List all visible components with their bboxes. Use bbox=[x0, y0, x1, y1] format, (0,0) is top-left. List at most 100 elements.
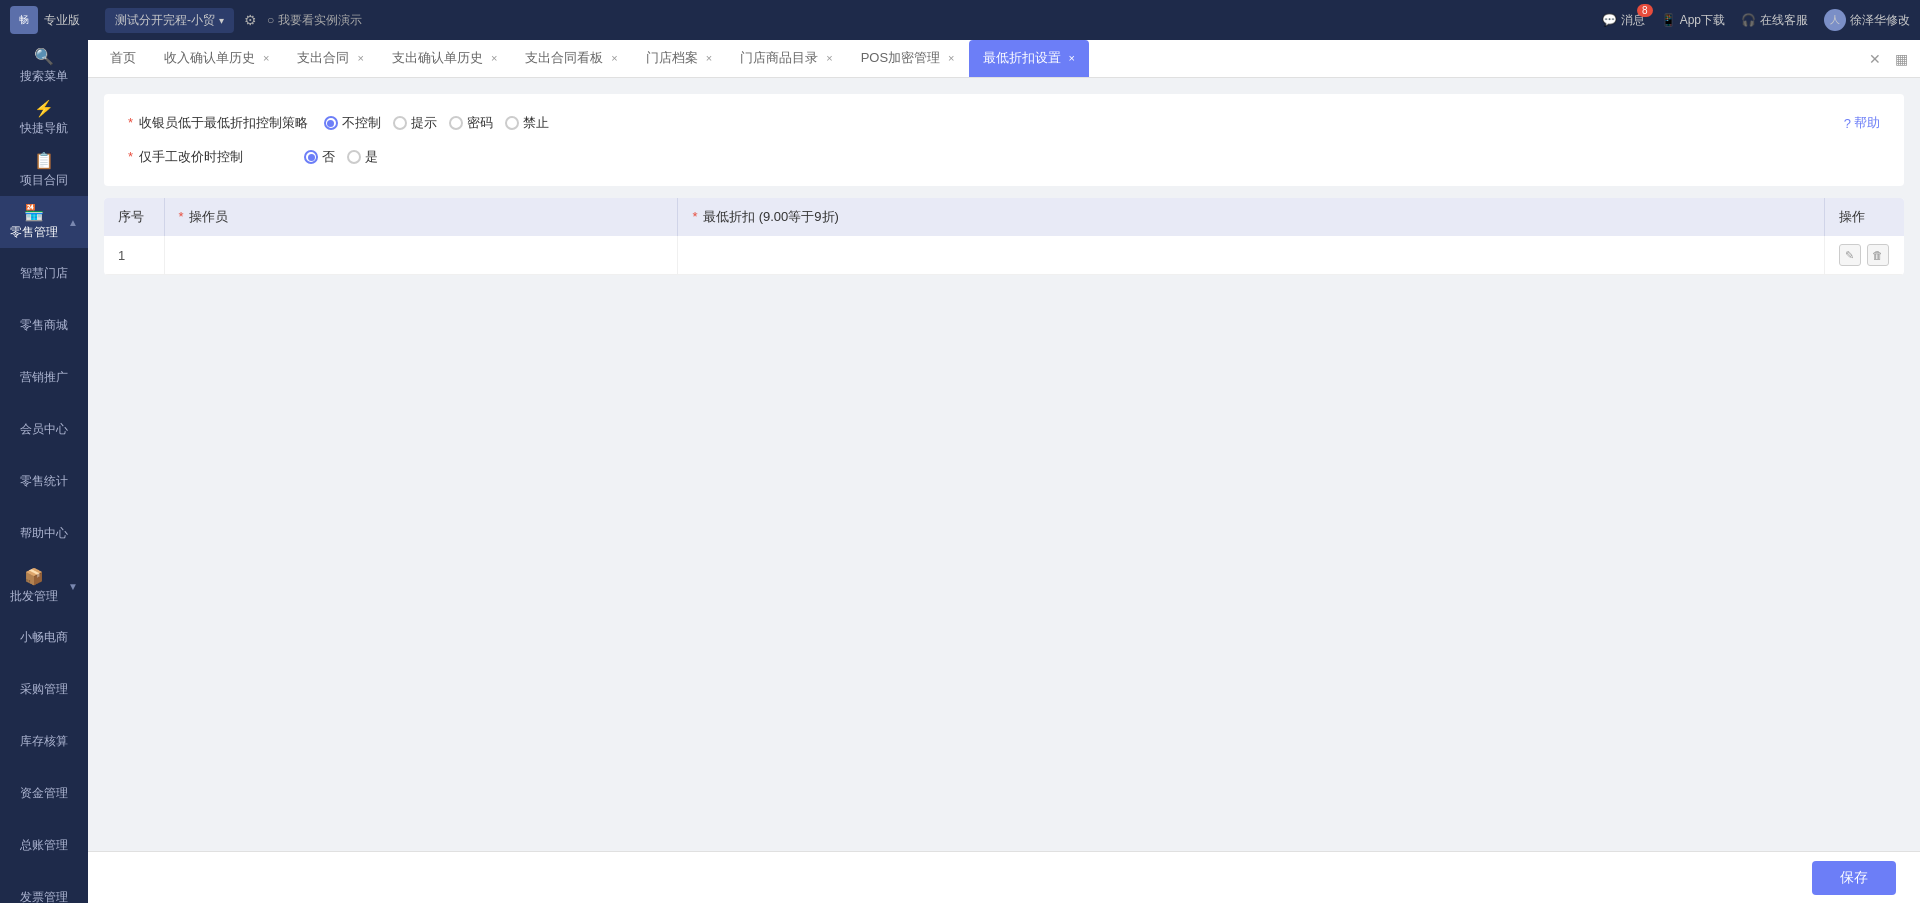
sidebar-label-help: 帮助中心 bbox=[20, 526, 68, 542]
tab-payment-board[interactable]: 支出合同看板 × bbox=[511, 40, 631, 78]
tab-payment-confirm-label: 支出确认单历史 bbox=[392, 49, 483, 67]
sidebar-item-help[interactable]: 帮助中心 bbox=[0, 508, 88, 560]
radio-no-label: 否 bbox=[322, 148, 335, 166]
user-menu[interactable]: 人 徐泽华修改 bbox=[1824, 9, 1910, 31]
tab-store-file[interactable]: 门店档案 × bbox=[632, 40, 726, 78]
tab-payment-confirm[interactable]: 支出确认单历史 × bbox=[378, 40, 511, 78]
help-label: 帮助 bbox=[1854, 114, 1880, 132]
app-download-button[interactable]: 📱 App下载 bbox=[1661, 12, 1725, 29]
tab-payment-board-label: 支出合同看板 bbox=[525, 49, 603, 67]
delete-row-button[interactable]: 🗑 bbox=[1867, 244, 1889, 266]
tab-store-catalog-close[interactable]: × bbox=[826, 52, 832, 64]
online-service-button[interactable]: 🎧 在线客服 bbox=[1741, 12, 1808, 29]
bottom-bar: 保存 bbox=[88, 851, 1920, 903]
save-button[interactable]: 保存 bbox=[1812, 861, 1896, 895]
tab-income-confirm-close[interactable]: × bbox=[263, 52, 269, 64]
edit-row-button[interactable]: ✎ bbox=[1839, 244, 1861, 266]
sidebar-label-invoice: 发票管理 bbox=[20, 890, 68, 903]
avatar: 人 bbox=[1824, 9, 1846, 31]
sidebar-item-smart-store[interactable]: 智慧门店 bbox=[0, 248, 88, 300]
sidebar-label-search: 搜索菜单 bbox=[20, 69, 68, 85]
settings-icon[interactable]: ⚙ bbox=[244, 12, 257, 28]
tab-payment-contract-close[interactable]: × bbox=[357, 52, 363, 64]
table-row: 1 ✎ 🗑 bbox=[104, 236, 1904, 275]
cell-action: ✎ 🗑 bbox=[1824, 236, 1904, 275]
download-icon: 📱 bbox=[1661, 13, 1676, 27]
cashier-discount-row: * 收银员低于最低折扣控制策略 不控制 提示 bbox=[128, 114, 1880, 132]
radio-ban-label: 禁止 bbox=[523, 114, 549, 132]
sidebar-label-marketing: 营销推广 bbox=[20, 370, 68, 386]
wholesale-icon: 📦 bbox=[24, 567, 44, 586]
table-wrapper: 序号 * 操作员 * 最低折扣 (9.00等于9折) 操作 bbox=[104, 198, 1904, 275]
radio-prompt-circle bbox=[393, 116, 407, 130]
sidebar-item-ecommerce[interactable]: 小畅电商 bbox=[0, 612, 88, 664]
tab-store-file-close[interactable]: × bbox=[706, 52, 712, 64]
cashier-discount-radio-group: 不控制 提示 密码 禁止 bbox=[324, 114, 549, 132]
retail-icon: 🏪 bbox=[24, 203, 44, 222]
tab-payment-confirm-close[interactable]: × bbox=[491, 52, 497, 64]
tab-min-discount[interactable]: 最低折扣设置 × bbox=[969, 40, 1089, 78]
tab-min-discount-close[interactable]: × bbox=[1069, 52, 1075, 64]
tab-payment-contract[interactable]: 支出合同 × bbox=[283, 40, 377, 78]
user-name: 徐泽华修改 bbox=[1850, 12, 1910, 29]
cell-discount[interactable] bbox=[678, 236, 1824, 275]
sidebar-item-retail[interactable]: 🏪 零售管理 ▲ bbox=[0, 196, 88, 248]
tab-income-confirm[interactable]: 收入确认单历史 × bbox=[150, 40, 283, 78]
table-header-row: 序号 * 操作员 * 最低折扣 (9.00等于9折) 操作 bbox=[104, 198, 1904, 236]
sidebar-item-marketing[interactable]: 营销推广 bbox=[0, 352, 88, 404]
tab-close-all-button[interactable]: ✕ bbox=[1865, 49, 1885, 69]
th-operator: * 操作员 bbox=[164, 198, 678, 236]
tab-bar-actions: ✕ ▦ bbox=[1865, 49, 1912, 69]
tab-store-catalog[interactable]: 门店商品目录 × bbox=[726, 40, 846, 78]
radio-ban[interactable]: 禁止 bbox=[505, 114, 549, 132]
tab-menu-button[interactable]: ▦ bbox=[1891, 49, 1912, 69]
manual-price-radio-group: 否 是 bbox=[304, 148, 378, 166]
radio-no[interactable]: 否 bbox=[304, 148, 335, 166]
radio-ban-circle bbox=[505, 116, 519, 130]
sidebar-item-member[interactable]: 会员中心 bbox=[0, 404, 88, 456]
project-selector[interactable]: 测试分开完程-小贸 ▾ bbox=[105, 8, 234, 33]
tab-store-catalog-label: 门店商品目录 bbox=[740, 49, 818, 67]
sidebar-item-purchase[interactable]: 采购管理 bbox=[0, 664, 88, 716]
tab-payment-board-close[interactable]: × bbox=[611, 52, 617, 64]
sidebar-item-project[interactable]: 📋 项目合同 bbox=[0, 144, 88, 196]
radio-no-control[interactable]: 不控制 bbox=[324, 114, 381, 132]
sidebar-item-search[interactable]: 🔍 搜索菜单 bbox=[0, 40, 88, 92]
sidebar-item-inventory[interactable]: 库存核算 bbox=[0, 716, 88, 768]
discount-table-card: 序号 * 操作员 * 最低折扣 (9.00等于9折) 操作 bbox=[104, 198, 1904, 275]
tab-home[interactable]: 首页 bbox=[96, 40, 150, 78]
sidebar-item-retail-mall[interactable]: 零售商城 bbox=[0, 300, 88, 352]
radio-yes-label: 是 bbox=[365, 148, 378, 166]
help-link[interactable]: ? 帮助 bbox=[1844, 114, 1880, 132]
sidebar-label-shortcut: 快捷导航 bbox=[20, 121, 68, 137]
sidebar-label-member: 会员中心 bbox=[20, 422, 68, 438]
sidebar-item-invoice[interactable]: 发票管理 bbox=[0, 872, 88, 903]
main-layout: 🔍 搜索菜单 ⚡ 快捷导航 📋 项目合同 🏪 零售管理 ▲ 智慧门店 零售商城 … bbox=[0, 40, 1920, 903]
radio-no-control-label: 不控制 bbox=[342, 114, 381, 132]
sidebar-label-finance: 资金管理 bbox=[20, 786, 68, 802]
top-bar-actions: 💬 消息 8 📱 App下载 🎧 在线客服 人 徐泽华修改 bbox=[1602, 9, 1910, 31]
sidebar-item-finance[interactable]: 资金管理 bbox=[0, 768, 88, 820]
radio-no-control-circle bbox=[324, 116, 338, 130]
demo-link[interactable]: ○ 我要看实例演示 bbox=[267, 12, 362, 29]
radio-password[interactable]: 密码 bbox=[449, 114, 493, 132]
message-button[interactable]: 💬 消息 8 bbox=[1602, 12, 1645, 29]
sidebar-item-ledger[interactable]: 总账管理 bbox=[0, 820, 88, 872]
radio-yes[interactable]: 是 bbox=[347, 148, 378, 166]
sidebar-item-shortcut[interactable]: ⚡ 快捷导航 bbox=[0, 92, 88, 144]
sidebar-item-retail-stats[interactable]: 零售统计 bbox=[0, 456, 88, 508]
radio-prompt[interactable]: 提示 bbox=[393, 114, 437, 132]
cell-operator[interactable] bbox=[164, 236, 678, 275]
table-body: 1 ✎ 🗑 bbox=[104, 236, 1904, 275]
th-seq: 序号 bbox=[104, 198, 164, 236]
radio-yes-circle bbox=[347, 150, 361, 164]
sidebar: 🔍 搜索菜单 ⚡ 快捷导航 📋 项目合同 🏪 零售管理 ▲ 智慧门店 零售商城 … bbox=[0, 40, 88, 903]
sidebar-item-wholesale[interactable]: 📦 批发管理 ▼ bbox=[0, 560, 88, 612]
tab-bar: 首页 收入确认单历史 × 支出合同 × 支出确认单历史 × 支出合同看板 × 门… bbox=[88, 40, 1920, 78]
tab-pos-password-close[interactable]: × bbox=[948, 52, 954, 64]
sidebar-label-purchase: 采购管理 bbox=[20, 682, 68, 698]
tab-pos-password[interactable]: POS加密管理 × bbox=[847, 40, 969, 78]
shortcut-icon: ⚡ bbox=[34, 99, 54, 118]
demo-circle-icon: ○ bbox=[267, 13, 274, 27]
project-icon: 📋 bbox=[34, 151, 54, 170]
